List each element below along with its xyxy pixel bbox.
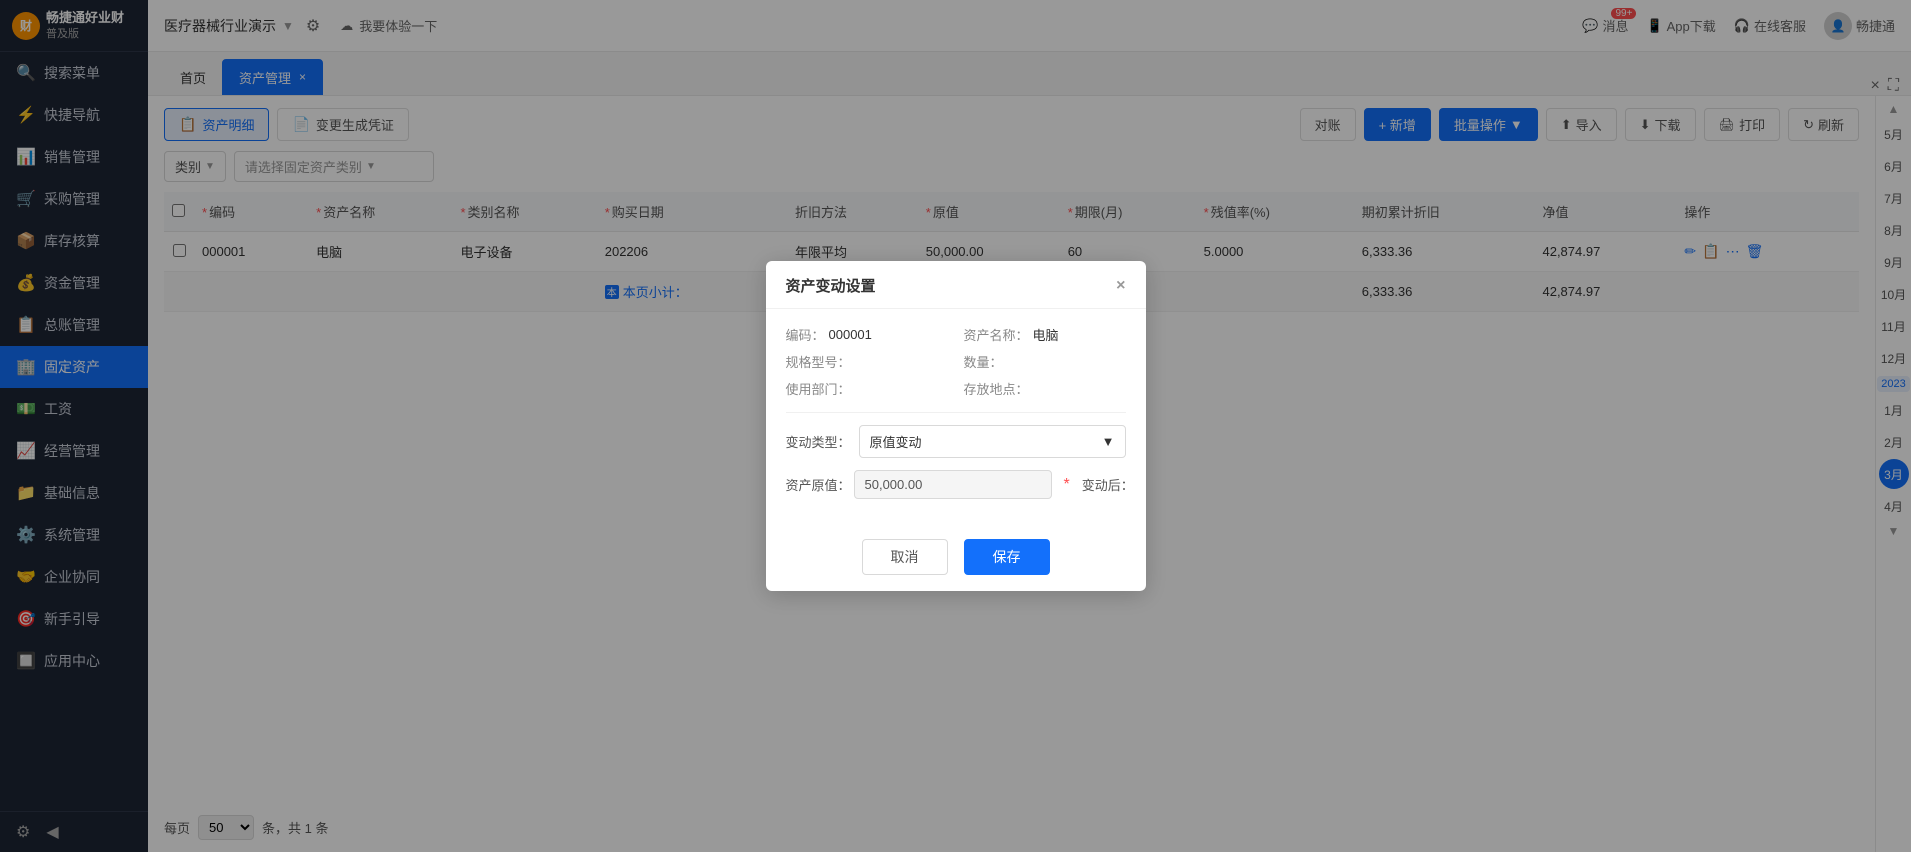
modal-overlay: 资产变动设置 × 编码： 000001 资产名称： 电脑 规格型号： 数 <box>0 0 1911 852</box>
value-row: 资产原值： * 变动后： <box>786 470 1126 499</box>
change-type-arrow-icon: ▼ <box>1102 434 1115 449</box>
modal-body: 编码： 000001 资产名称： 电脑 规格型号： 数量： 使用部门： <box>766 309 1146 527</box>
cancel-button[interactable]: 取消 <box>862 539 948 575</box>
modal-dept-item: 使用部门： <box>786 379 948 398</box>
save-button[interactable]: 保存 <box>964 539 1050 575</box>
modal-quantity-label: 数量： <box>964 352 1003 371</box>
change-type-row: 变动类型： 原值变动 ▼ <box>786 425 1126 458</box>
modal-name-item: 资产名称： 电脑 <box>964 325 1126 344</box>
modal-location-label: 存放地点： <box>964 379 1029 398</box>
modal-header: 资产变动设置 × <box>766 261 1146 309</box>
modal-divider <box>786 412 1126 413</box>
modal-code-item: 编码： 000001 <box>786 325 948 344</box>
modal-footer: 取消 保存 <box>766 527 1146 591</box>
modal-quantity-item: 数量： <box>964 352 1126 371</box>
modal-spec-label: 规格型号： <box>786 352 851 371</box>
asset-change-modal: 资产变动设置 × 编码： 000001 资产名称： 电脑 规格型号： 数 <box>766 261 1146 591</box>
change-type-label: 变动类型： <box>786 432 851 451</box>
modal-name-label: 资产名称： <box>964 325 1029 344</box>
modal-close-btn[interactable]: × <box>1116 277 1125 295</box>
required-star-icon: * <box>1064 476 1070 494</box>
change-type-value: 原值变动 <box>870 432 922 451</box>
modal-code-label: 编码： <box>786 325 825 344</box>
modal-spec-item: 规格型号： <box>786 352 948 371</box>
modal-info-grid: 编码： 000001 资产名称： 电脑 规格型号： 数量： 使用部门： <box>786 325 1126 398</box>
modal-title: 资产变动设置 <box>786 275 876 296</box>
modal-code-value: 000001 <box>829 327 872 342</box>
modal-location-item: 存放地点： <box>964 379 1126 398</box>
original-value-label: 资产原值： <box>786 475 846 494</box>
after-label: 变动后： <box>1082 475 1142 494</box>
modal-name-value: 电脑 <box>1033 325 1059 344</box>
modal-dept-label: 使用部门： <box>786 379 851 398</box>
change-type-select[interactable]: 原值变动 ▼ <box>859 425 1126 458</box>
original-value-input <box>854 470 1052 499</box>
